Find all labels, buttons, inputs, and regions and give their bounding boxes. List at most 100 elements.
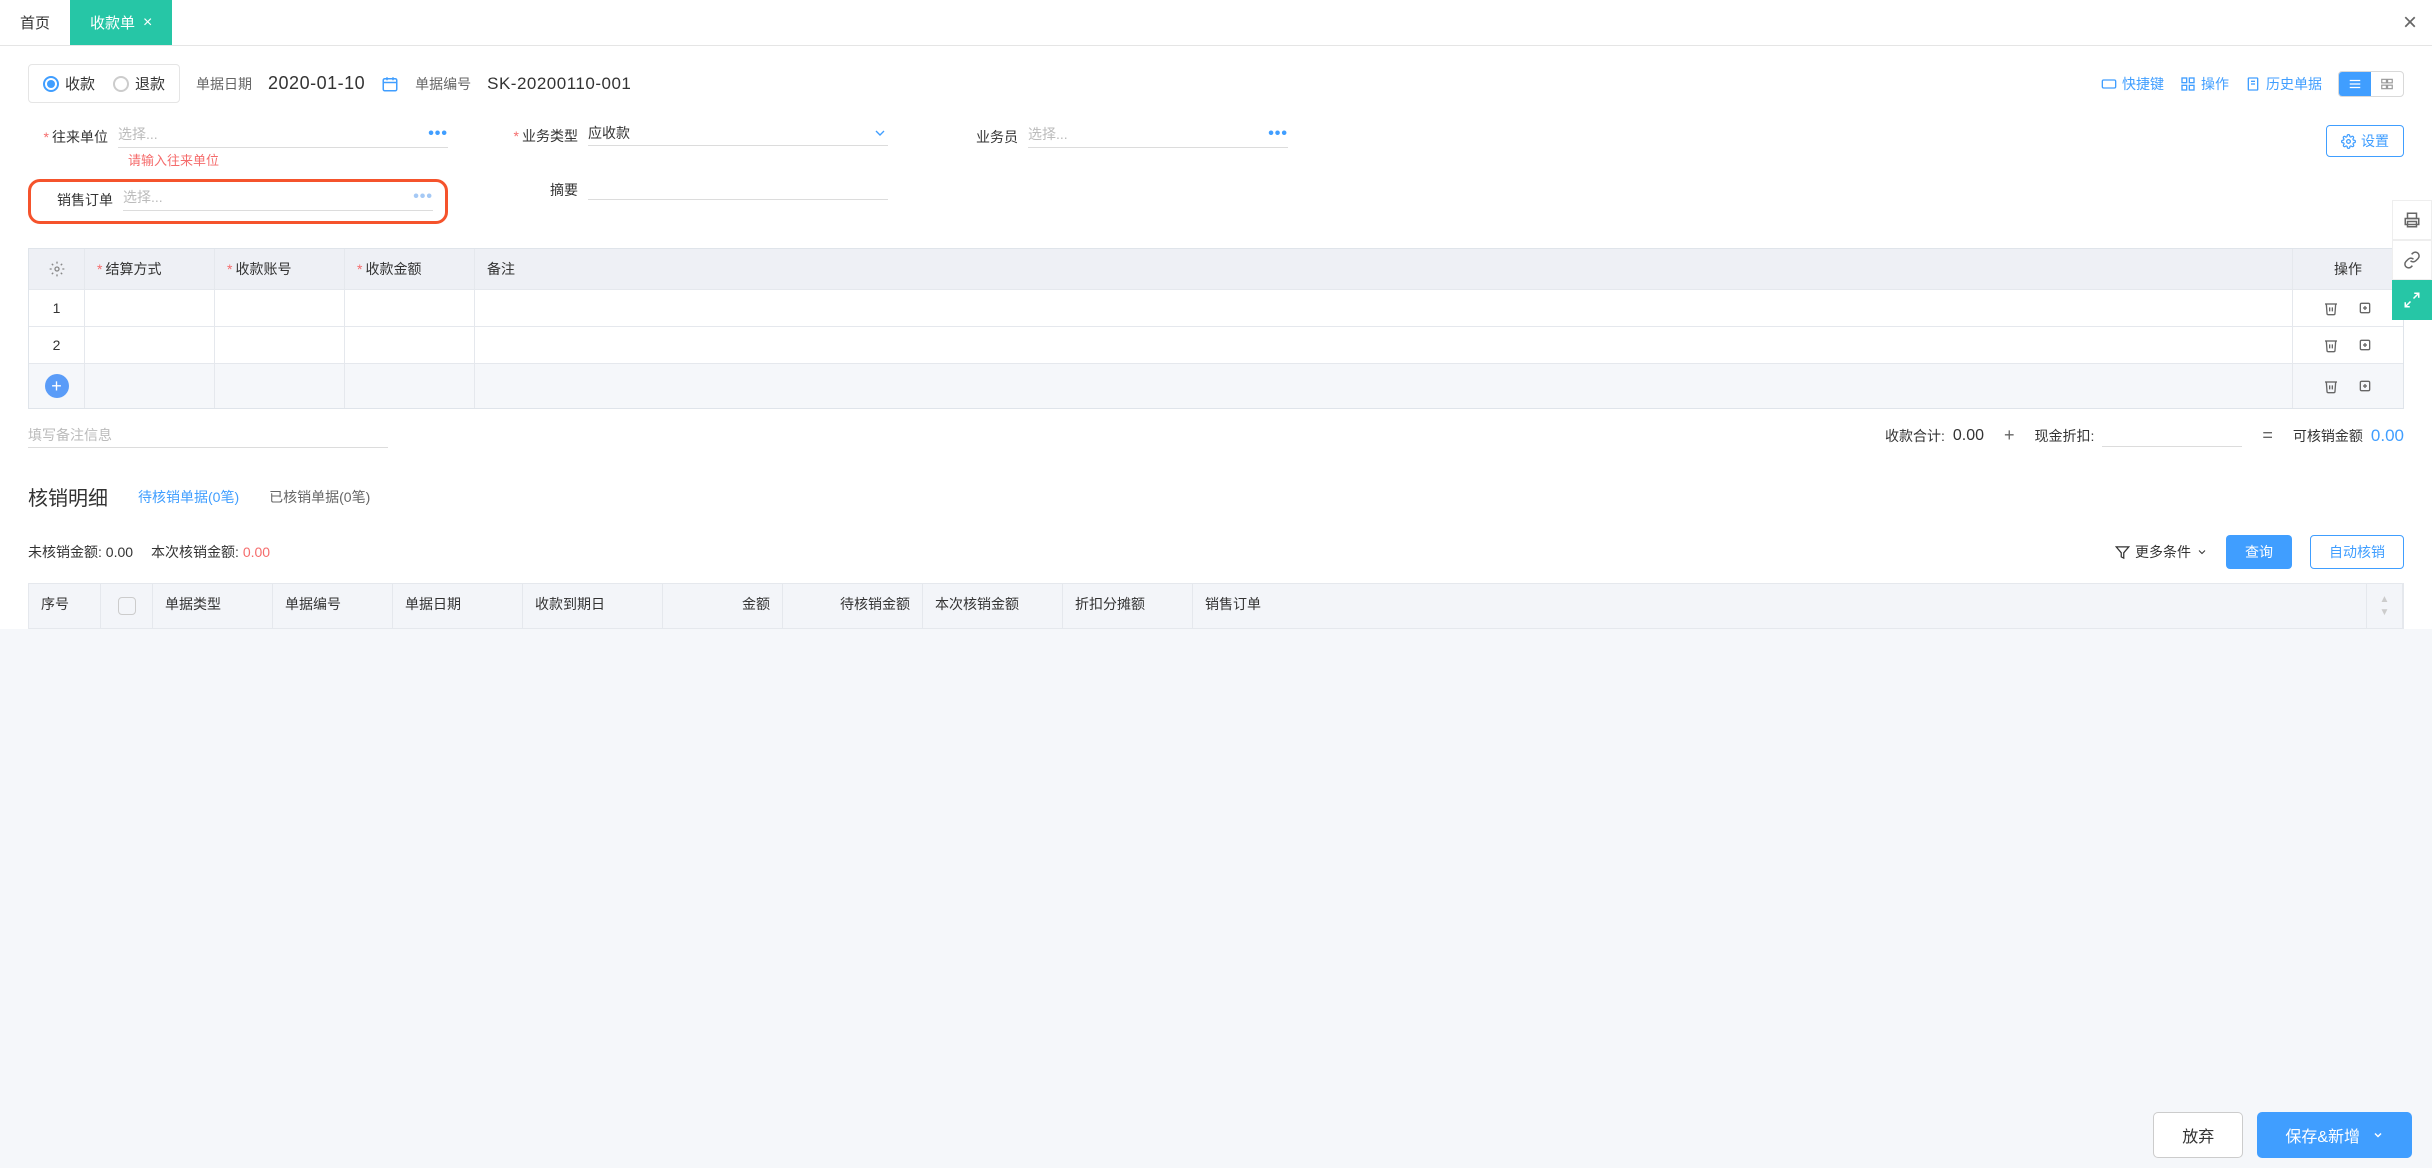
chevron-down-icon[interactable] — [872, 125, 888, 141]
more-icon[interactable]: ••• — [428, 125, 448, 143]
auto-verify-button[interactable]: 自动核销 — [2310, 535, 2404, 569]
radio-icon — [43, 76, 59, 92]
operation-button[interactable]: 操作 — [2180, 74, 2229, 94]
method-header: 结算方式 — [85, 249, 215, 289]
verify-title: 核销明细 — [28, 482, 108, 511]
amount-cell[interactable] — [345, 290, 475, 326]
row-number: 1 — [29, 290, 85, 326]
grid-icon — [2180, 76, 2196, 92]
remark-input[interactable] — [28, 423, 388, 448]
method-cell[interactable] — [85, 290, 215, 326]
add-row-button[interactable]: + — [45, 374, 69, 398]
select-all-checkbox[interactable] — [118, 597, 136, 615]
amount-header: 收款金额 — [345, 249, 475, 289]
summary-input[interactable] — [588, 179, 888, 195]
top-controls: 收款 退款 单据日期 2020-01-10 单据编号 SK-20200110-0… — [0, 46, 2432, 115]
copy-icon[interactable] — [2357, 337, 2373, 353]
col-amount: 金额 — [663, 584, 783, 628]
radio-receipt[interactable]: 收款 — [43, 73, 95, 94]
table-header: 结算方式 收款账号 收款金额 备注 操作 — [29, 249, 2403, 289]
row-number: 2 — [29, 327, 85, 363]
filter-icon — [2115, 545, 2130, 560]
side-print-icon[interactable] — [2392, 200, 2432, 240]
total-value: 0.00 — [1953, 427, 1984, 445]
settings-button[interactable]: 设置 — [2326, 125, 2404, 157]
radio-refund[interactable]: 退款 — [113, 73, 165, 94]
sort-down-icon[interactable]: ▼ — [2380, 607, 2390, 618]
verifiable-value: 0.00 — [2371, 426, 2404, 446]
side-link-icon[interactable] — [2392, 240, 2432, 280]
total-label: 收款合计: — [1885, 426, 1945, 446]
form-row-2: 销售订单 ••• 摘要 — [0, 179, 2432, 234]
radio-receipt-label: 收款 — [65, 73, 95, 94]
transaction-type-group: 收款 退款 — [28, 64, 180, 103]
remark-header: 备注 — [475, 249, 2293, 289]
tab-home[interactable]: 首页 — [0, 0, 70, 45]
docno-label: 单据编号 — [415, 74, 471, 94]
delete-icon[interactable] — [2323, 337, 2339, 353]
verify-table-header: 序号 单据类型 单据编号 单据日期 收款到期日 金额 待核销金额 本次核销金额 … — [29, 584, 2403, 628]
table-footer: + — [29, 363, 2403, 408]
account-cell[interactable] — [215, 290, 345, 326]
col-docno: 单据编号 — [273, 584, 393, 628]
biztype-input[interactable] — [588, 125, 872, 141]
copy-icon[interactable] — [2357, 378, 2373, 394]
sort-control[interactable]: ▲ ▼ — [2367, 584, 2403, 628]
delete-icon[interactable] — [2323, 300, 2339, 316]
gear-column-header[interactable] — [29, 249, 85, 289]
sort-up-icon[interactable]: ▲ — [2380, 594, 2390, 605]
calendar-icon[interactable] — [381, 75, 399, 93]
remark-cell[interactable] — [475, 290, 2293, 326]
discard-button[interactable]: 放弃 — [2153, 1112, 2243, 1158]
account-cell[interactable] — [215, 327, 345, 363]
view-card-icon[interactable] — [2371, 72, 2403, 96]
more-icon[interactable]: ••• — [413, 188, 433, 206]
tab-pending[interactable]: 待核销单据(0笔) — [138, 483, 239, 511]
close-icon[interactable]: × — [143, 14, 152, 32]
party-input[interactable] — [118, 126, 428, 142]
col-salesorder: 销售订单 — [1193, 584, 2367, 628]
col-this-amount: 本次核销金额 — [923, 584, 1063, 628]
side-expand-icon[interactable] — [2392, 280, 2432, 320]
query-button[interactable]: 查询 — [2226, 535, 2292, 569]
copy-icon[interactable] — [2357, 300, 2373, 316]
tab-receipt[interactable]: 收款单 × — [70, 0, 172, 45]
col-paydate: 收款到期日 — [523, 584, 663, 628]
delete-icon[interactable] — [2323, 378, 2339, 394]
save-button[interactable]: 保存&新增 — [2257, 1112, 2412, 1158]
this-verify-amount: 本次核销金额: 0.00 — [151, 542, 270, 562]
more-conditions-button[interactable]: 更多条件 — [2115, 542, 2208, 562]
cash-discount-input[interactable] — [2102, 425, 2242, 447]
history-button[interactable]: 历史单据 — [2245, 74, 2322, 94]
verification-table: 序号 单据类型 单据编号 单据日期 收款到期日 金额 待核销金额 本次核销金额 … — [28, 583, 2404, 629]
more-icon[interactable]: ••• — [1268, 125, 1288, 143]
col-discount: 折扣分摊额 — [1063, 584, 1193, 628]
salesorder-label: 销售订单 — [33, 190, 123, 210]
tabs-bar: 首页 收款单 × × — [0, 0, 2432, 46]
shortcut-button[interactable]: 快捷键 — [2101, 74, 2164, 94]
unverified-amount: 未核销金额: 0.00 — [28, 542, 133, 562]
date-label: 单据日期 — [196, 74, 252, 94]
salesman-input[interactable] — [1028, 126, 1268, 142]
account-header: 收款账号 — [215, 249, 345, 289]
summary-field: 摘要 — [498, 179, 888, 200]
payment-table: 结算方式 收款账号 收款金额 备注 操作 1 2 + — [28, 248, 2404, 409]
sales-order-highlight: 销售订单 ••• — [28, 179, 448, 224]
date-value[interactable]: 2020-01-10 — [268, 73, 365, 94]
keyboard-icon — [2101, 76, 2117, 92]
party-field: 往来单位 ••• — [28, 125, 448, 148]
amount-cell[interactable] — [345, 327, 475, 363]
remark-cell[interactable] — [475, 327, 2293, 363]
form-row-1: 往来单位 ••• 请输入往来单位 业务类型 业务员 ••• 设置 — [0, 115, 2432, 179]
table-row: 2 — [29, 326, 2403, 363]
page-close-icon[interactable]: × — [2403, 9, 2417, 37]
method-cell[interactable] — [85, 327, 215, 363]
view-list-icon[interactable] — [2339, 72, 2371, 96]
salesman-field: 业务员 ••• — [938, 125, 1288, 148]
verification-section: 核销明细 待核销单据(0笔) 已核销单据(0笔) 未核销金额: 0.00 本次核… — [0, 472, 2432, 629]
tab-receipt-label: 收款单 — [90, 12, 135, 33]
salesorder-input[interactable] — [123, 189, 413, 205]
tab-done[interactable]: 已核销单据(0笔) — [269, 483, 370, 511]
col-type: 单据类型 — [153, 584, 273, 628]
salesman-label: 业务员 — [938, 127, 1028, 147]
